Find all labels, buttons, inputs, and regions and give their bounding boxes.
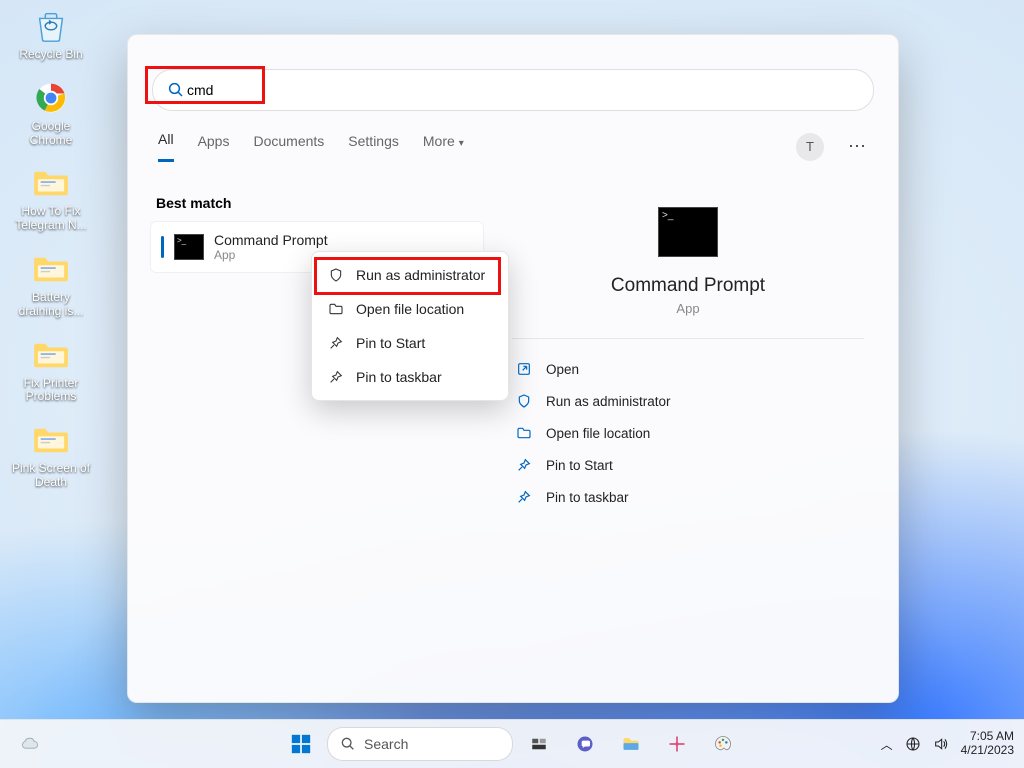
shield-icon: [516, 393, 532, 409]
ctx-open-file-location[interactable]: Open file location: [312, 292, 508, 326]
tab-documents[interactable]: Documents: [253, 133, 324, 161]
search-input[interactable]: [185, 81, 859, 99]
taskbar: Search ︿ 7:05 AM 4/21/2023: [0, 719, 1024, 768]
action-pin-to-start[interactable]: Pin to Start: [512, 449, 864, 481]
folder-icon: [31, 420, 71, 460]
tray-clock[interactable]: 7:05 AM 4/21/2023: [961, 730, 1014, 758]
folder-icon: [328, 301, 344, 317]
folder-icon: [31, 335, 71, 375]
desktop-icon-label: Recycle Bin: [19, 48, 82, 62]
result-title: Command Prompt: [214, 232, 328, 248]
best-match-heading: Best match: [156, 195, 484, 211]
tray-overflow-chevron[interactable]: ︿: [881, 736, 893, 753]
action-open[interactable]: Open: [512, 353, 864, 385]
ctx-pin-to-start[interactable]: Pin to Start: [312, 326, 508, 360]
search-tabs: All Apps Documents Settings More ▾ T ⋯: [158, 131, 868, 162]
action-run-as-administrator[interactable]: Run as administrator: [512, 385, 864, 417]
action-label: Pin to Start: [546, 458, 613, 473]
shield-icon: [328, 267, 344, 283]
ctx-label: Run as administrator: [356, 267, 485, 283]
pin-icon: [328, 335, 344, 351]
tab-apps[interactable]: Apps: [198, 133, 230, 161]
tab-more[interactable]: More ▾: [423, 133, 464, 161]
details-title: Command Prompt: [611, 275, 765, 297]
start-search-flyout: All Apps Documents Settings More ▾ T ⋯ B…: [127, 34, 899, 703]
tab-all[interactable]: All: [158, 131, 174, 162]
pin-icon: [516, 457, 532, 473]
ctx-label: Pin to Start: [356, 335, 425, 351]
desktop-icon-label: Google Chrome: [10, 120, 92, 148]
result-context-menu: Run as administrator Open file location …: [311, 251, 509, 401]
result-details-pane: Command Prompt App Open Run as administr…: [512, 177, 864, 513]
folder-icon: [31, 163, 71, 203]
tray-date: 4/21/2023: [961, 744, 1014, 758]
paint-icon: [713, 734, 733, 754]
selection-accent: [161, 236, 164, 258]
recycle-bin-icon: [31, 6, 71, 46]
desktop-icon-google-chrome[interactable]: Google Chrome: [6, 78, 96, 148]
search-icon: [340, 736, 356, 752]
tray-time: 7:05 AM: [961, 730, 1014, 744]
desktop-icon-label: How To Fix Telegram N...: [10, 205, 92, 233]
desktop-icon-label: Pink Screen of Death: [10, 462, 92, 490]
cloud-icon: [20, 734, 40, 754]
action-label: Run as administrator: [546, 394, 671, 409]
command-prompt-icon: [658, 207, 718, 257]
network-icon[interactable]: [905, 736, 921, 752]
pin-icon: [328, 369, 344, 385]
taskbar-weather-widget[interactable]: [10, 724, 50, 764]
search-icon: [167, 81, 185, 99]
desktop-icon-folder-3[interactable]: Fix Printer Problems: [6, 335, 96, 405]
details-subtitle: App: [676, 301, 699, 316]
tab-settings[interactable]: Settings: [348, 133, 399, 161]
folder-icon: [31, 249, 71, 289]
desktop-icon-label: Fix Printer Problems: [10, 377, 92, 405]
file-explorer-icon: [621, 734, 641, 754]
search-bar[interactable]: [152, 69, 874, 111]
more-options-button[interactable]: ⋯: [848, 136, 868, 157]
desktop-icon-folder-1[interactable]: How To Fix Telegram N...: [6, 163, 96, 233]
taskbar-search-placeholder: Search: [364, 736, 408, 752]
action-label: Open file location: [546, 426, 650, 441]
command-prompt-icon: [174, 234, 204, 260]
user-avatar[interactable]: T: [796, 133, 824, 161]
task-view-icon: [530, 735, 548, 753]
start-button[interactable]: [281, 724, 321, 764]
desktop-icons: Recycle Bin Google Chrome How To Fix Tel…: [6, 6, 96, 490]
chrome-icon: [31, 78, 71, 118]
folder-icon: [516, 425, 532, 441]
windows-icon: [290, 733, 312, 755]
chat-icon: [575, 734, 595, 754]
desktop-icon-folder-2[interactable]: Battery draining is...: [6, 249, 96, 319]
pin-icon: [516, 489, 532, 505]
taskbar-snipping-tool[interactable]: [657, 724, 697, 764]
action-open-file-location[interactable]: Open file location: [512, 417, 864, 449]
desktop-icon-recycle-bin[interactable]: Recycle Bin: [6, 6, 96, 62]
taskbar-file-explorer[interactable]: [611, 724, 651, 764]
ctx-label: Pin to taskbar: [356, 369, 442, 385]
action-pin-to-taskbar[interactable]: Pin to taskbar: [512, 481, 864, 513]
taskbar-paint[interactable]: [703, 724, 743, 764]
task-view-button[interactable]: [519, 724, 559, 764]
desktop-icon-folder-4[interactable]: Pink Screen of Death: [6, 420, 96, 490]
taskbar-chat[interactable]: [565, 724, 605, 764]
desktop-icon-label: Battery draining is...: [10, 291, 92, 319]
taskbar-search[interactable]: Search: [327, 727, 513, 761]
open-icon: [516, 361, 532, 377]
action-label: Open: [546, 362, 579, 377]
snip-icon: [667, 734, 687, 754]
ctx-pin-to-taskbar[interactable]: Pin to taskbar: [312, 360, 508, 394]
ctx-label: Open file location: [356, 301, 464, 317]
chevron-down-icon: ▾: [459, 138, 464, 149]
volume-icon[interactable]: [933, 736, 949, 752]
action-label: Pin to taskbar: [546, 490, 629, 505]
ctx-run-as-administrator[interactable]: Run as administrator: [312, 258, 508, 292]
